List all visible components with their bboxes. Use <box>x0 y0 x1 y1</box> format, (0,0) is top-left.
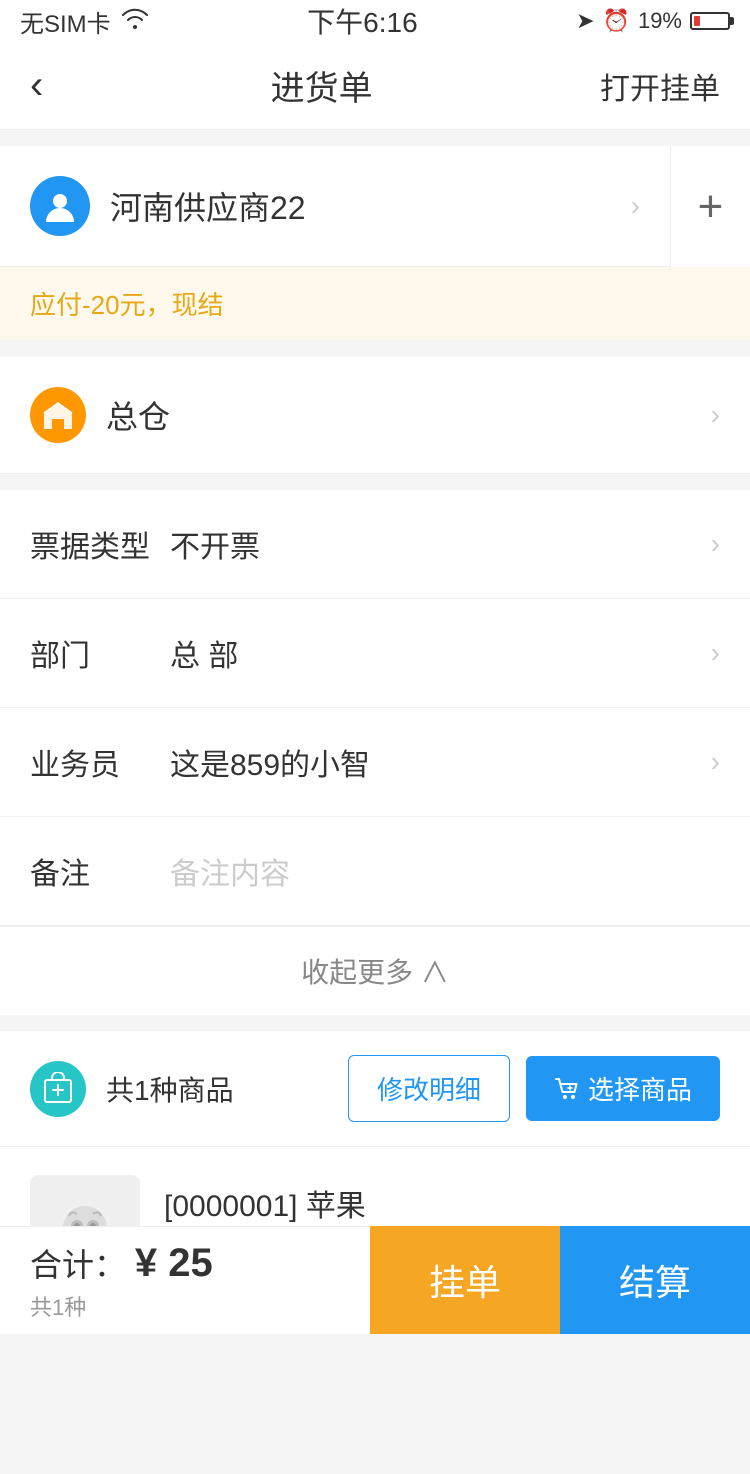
warehouse-section: 总仓 › <box>0 357 750 474</box>
salesperson-value: 这是859的小智 <box>170 740 701 784</box>
product-name: [0000001] 苹果 <box>164 1181 660 1225</box>
product-icon <box>30 1061 86 1117</box>
chevron-right-icon: › <box>631 190 640 222</box>
warehouse-label: 总仓 <box>106 392 711 438</box>
section-gap-3 <box>0 474 750 490</box>
form-row-ticket[interactable]: 票据类型 不开票 › <box>0 490 750 599</box>
open-hang-button[interactable]: 打开挂单 <box>600 64 720 108</box>
form-row-salesperson[interactable]: 业务员 这是859的小智 › <box>0 708 750 817</box>
battery-icon <box>690 12 730 30</box>
bottom-bar: 合计： ¥ 25 共1种 挂单 结算 <box>0 1226 750 1334</box>
status-right: ➤ ⏰ 19% <box>576 8 730 34</box>
add-supplier-button[interactable]: + <box>670 146 750 267</box>
supplier-selector[interactable]: 河南供应商22 › <box>0 146 670 267</box>
product-count: 共1种商品 <box>106 1069 348 1109</box>
section-gap-2 <box>0 341 750 357</box>
back-button[interactable]: ‹ <box>30 63 43 108</box>
warehouse-chevron-icon: › <box>711 399 720 431</box>
status-time: 下午6:16 <box>307 1 418 41</box>
supplier-section: 河南供应商22 › + <box>0 146 750 267</box>
supplier-avatar <box>30 176 90 236</box>
nav-bar: ‹ 进货单 打开挂单 <box>0 42 750 130</box>
cart-icon <box>554 1076 580 1102</box>
total-count: 共1种 <box>30 1290 340 1322</box>
location-icon: ➤ <box>576 8 594 34</box>
status-bar: 无SIM卡 下午6:16 ➤ ⏰ 19% <box>0 0 750 42</box>
department-chevron-icon: › <box>711 637 720 669</box>
total-line: 合计： ¥ 25 <box>30 1240 340 1286</box>
page-title: 进货单 <box>271 61 373 110</box>
department-label: 部门 <box>30 631 170 675</box>
total-label: 合计： <box>30 1247 126 1283</box>
wifi-icon <box>121 7 149 36</box>
department-value: 总 部 <box>170 631 701 675</box>
settle-button[interactable]: 结算 <box>560 1226 750 1334</box>
form-section: 票据类型 不开票 › 部门 总 部 › 业务员 这是859的小智 › 备注 备注… <box>0 490 750 1015</box>
hang-button[interactable]: 挂单 <box>370 1226 560 1334</box>
total-section: 合计： ¥ 25 共1种 <box>0 1226 370 1334</box>
status-left: 无SIM卡 <box>20 4 149 39</box>
form-row-remark[interactable]: 备注 备注内容 <box>0 817 750 926</box>
carrier-text: 无SIM卡 <box>20 4 111 39</box>
collapse-button[interactable]: 收起更多 ∧ <box>0 926 750 1015</box>
edit-detail-button[interactable]: 修改明细 <box>348 1055 510 1122</box>
ticket-label: 票据类型 <box>30 522 170 566</box>
remark-placeholder: 备注内容 <box>170 849 720 893</box>
ticket-value: 不开票 <box>170 522 701 566</box>
battery-text: 19% <box>638 8 682 34</box>
warehouse-icon <box>30 387 86 443</box>
warehouse-selector[interactable]: 总仓 › <box>0 357 750 474</box>
bottom-gap <box>0 1314 750 1474</box>
ticket-chevron-icon: › <box>711 528 720 560</box>
total-amount: ¥ 25 <box>135 1241 213 1285</box>
remark-label: 备注 <box>30 849 170 893</box>
select-product-button[interactable]: 选择商品 <box>526 1056 720 1121</box>
select-product-label: 选择商品 <box>588 1070 692 1107</box>
alarm-icon: ⏰ <box>603 8 630 34</box>
section-gap-1 <box>0 130 750 146</box>
salesperson-chevron-icon: › <box>711 746 720 778</box>
info-banner: 应付-20元，现结 <box>0 267 750 341</box>
salesperson-label: 业务员 <box>30 740 170 784</box>
form-row-department[interactable]: 部门 总 部 › <box>0 599 750 708</box>
product-header: 共1种商品 修改明细 选择商品 <box>0 1031 750 1147</box>
supplier-name: 河南供应商22 <box>110 183 621 229</box>
